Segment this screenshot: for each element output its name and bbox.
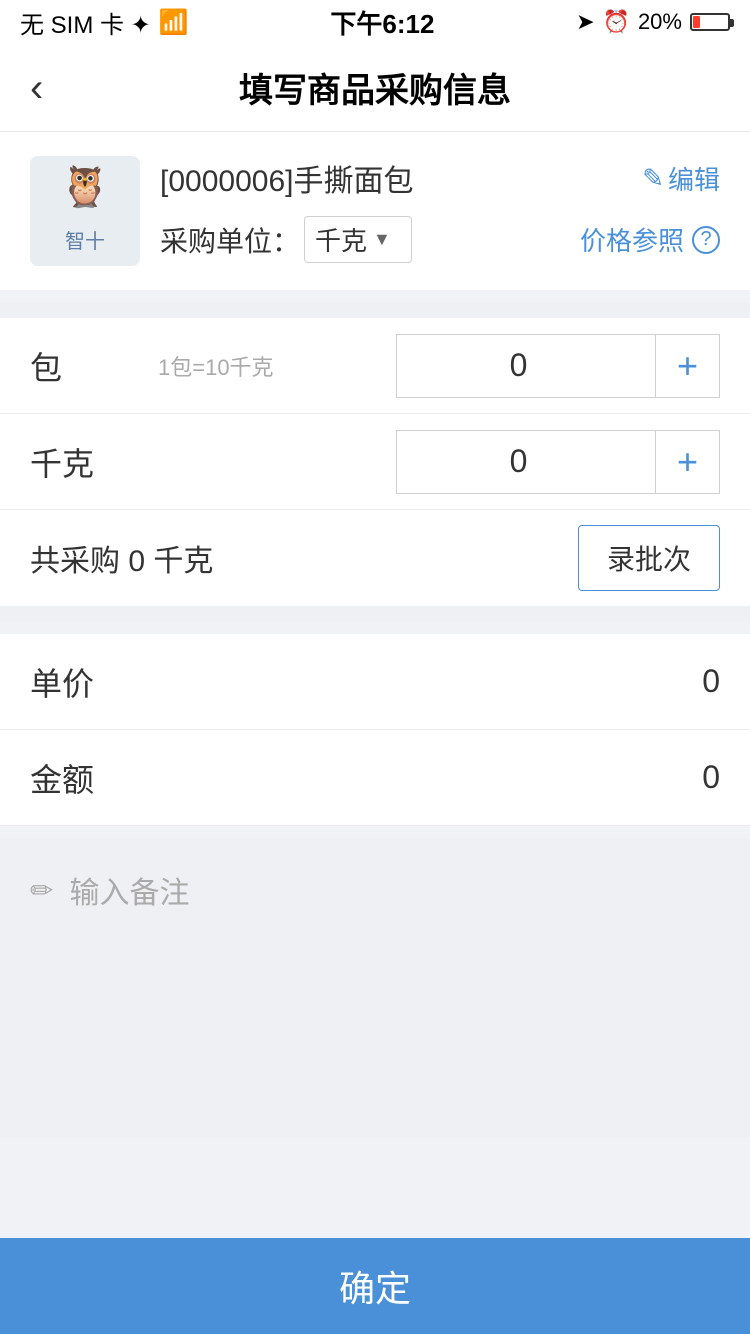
- kg-label: 千克: [30, 439, 150, 485]
- unit-select[interactable]: 千克 ▼: [304, 216, 412, 263]
- nav-bar: ‹ 填写商品采购信息: [0, 44, 750, 132]
- purchase-unit-label: 采购单位：: [160, 220, 300, 260]
- price-info-section: 单价 0 金额 0: [0, 634, 750, 826]
- page-title: 填写商品采购信息: [239, 63, 511, 112]
- alarm-icon: ⏰: [603, 9, 630, 35]
- product-card: 🦉智十 [0000006]手撕面包 ✎ 编辑 采购单位： 千克 ▼ 价格参照 ?: [0, 132, 750, 290]
- remark-section: ✏ 输入备注: [0, 838, 750, 1138]
- input-section: 包 1包=10千克 + 千克 +: [0, 318, 750, 510]
- wifi-icon: 📶: [159, 8, 189, 37]
- section-divider-1: [0, 302, 750, 318]
- help-icon: ?: [692, 226, 720, 254]
- back-button[interactable]: ‹: [30, 68, 43, 108]
- summary-text: 共采购 0 千克: [30, 536, 213, 580]
- unit-price-value: 0: [702, 663, 720, 700]
- bag-label: 包: [30, 343, 150, 389]
- battery-icon: [690, 13, 730, 31]
- status-right: ➤ ⏰ 20%: [576, 9, 730, 35]
- price-ref-button[interactable]: 价格参照 ?: [580, 221, 720, 258]
- confirm-bar[interactable]: 确定: [0, 1238, 750, 1334]
- status-left: 无 SIM 卡 ✦ 📶: [20, 5, 189, 40]
- product-name: [0000006]手撕面包: [160, 156, 413, 200]
- pencil-icon: ✏: [30, 874, 53, 907]
- bag-sub-label: 1包=10千克: [158, 350, 274, 382]
- unit-price-label: 单价: [30, 659, 94, 705]
- bag-input-row: 包 1包=10千克 +: [0, 318, 750, 414]
- amount-row: 金额 0: [0, 730, 750, 826]
- edit-button[interactable]: ✎ 编辑: [642, 160, 720, 197]
- edit-icon: ✎: [642, 163, 664, 194]
- kg-input-right: +: [396, 430, 720, 494]
- chevron-down-icon: ▼: [373, 229, 391, 250]
- status-time: 下午6:12: [330, 4, 434, 41]
- bag-input-right: +: [396, 334, 720, 398]
- location-icon: ➤: [576, 9, 594, 35]
- battery-percent: 20%: [638, 9, 682, 35]
- kg-input-row: 千克 +: [0, 414, 750, 510]
- bottom-spacer: [0, 1138, 750, 1234]
- status-bar: 无 SIM 卡 ✦ 📶 下午6:12 ➤ ⏰ 20%: [0, 0, 750, 44]
- kg-quantity-input[interactable]: [396, 430, 656, 494]
- amount-label: 金额: [30, 755, 94, 801]
- product-info: [0000006]手撕面包 ✎ 编辑 采购单位： 千克 ▼ 价格参照 ?: [160, 156, 720, 263]
- unit-price-row: 单价 0: [0, 634, 750, 730]
- product-logo: 🦉智十: [60, 163, 110, 259]
- bag-quantity-input[interactable]: [396, 334, 656, 398]
- kg-plus-button[interactable]: +: [656, 430, 720, 494]
- amount-value: 0: [702, 759, 720, 796]
- confirm-button[interactable]: 确定: [339, 1260, 411, 1312]
- remark-placeholder[interactable]: 输入备注: [69, 868, 189, 912]
- remark-input-area[interactable]: ✏ 输入备注: [30, 868, 720, 912]
- product-image: 🦉智十: [30, 156, 140, 266]
- section-divider-2: [0, 606, 750, 622]
- summary-row: 共采购 0 千克 录批次: [0, 510, 750, 606]
- batch-button[interactable]: 录批次: [578, 525, 720, 591]
- sim-status: 无 SIM 卡 ✦: [20, 5, 151, 40]
- purchase-unit-row: 采购单位： 千克 ▼ 价格参照 ?: [160, 216, 720, 263]
- product-name-row: [0000006]手撕面包 ✎ 编辑: [160, 156, 720, 200]
- bag-plus-button[interactable]: +: [656, 334, 720, 398]
